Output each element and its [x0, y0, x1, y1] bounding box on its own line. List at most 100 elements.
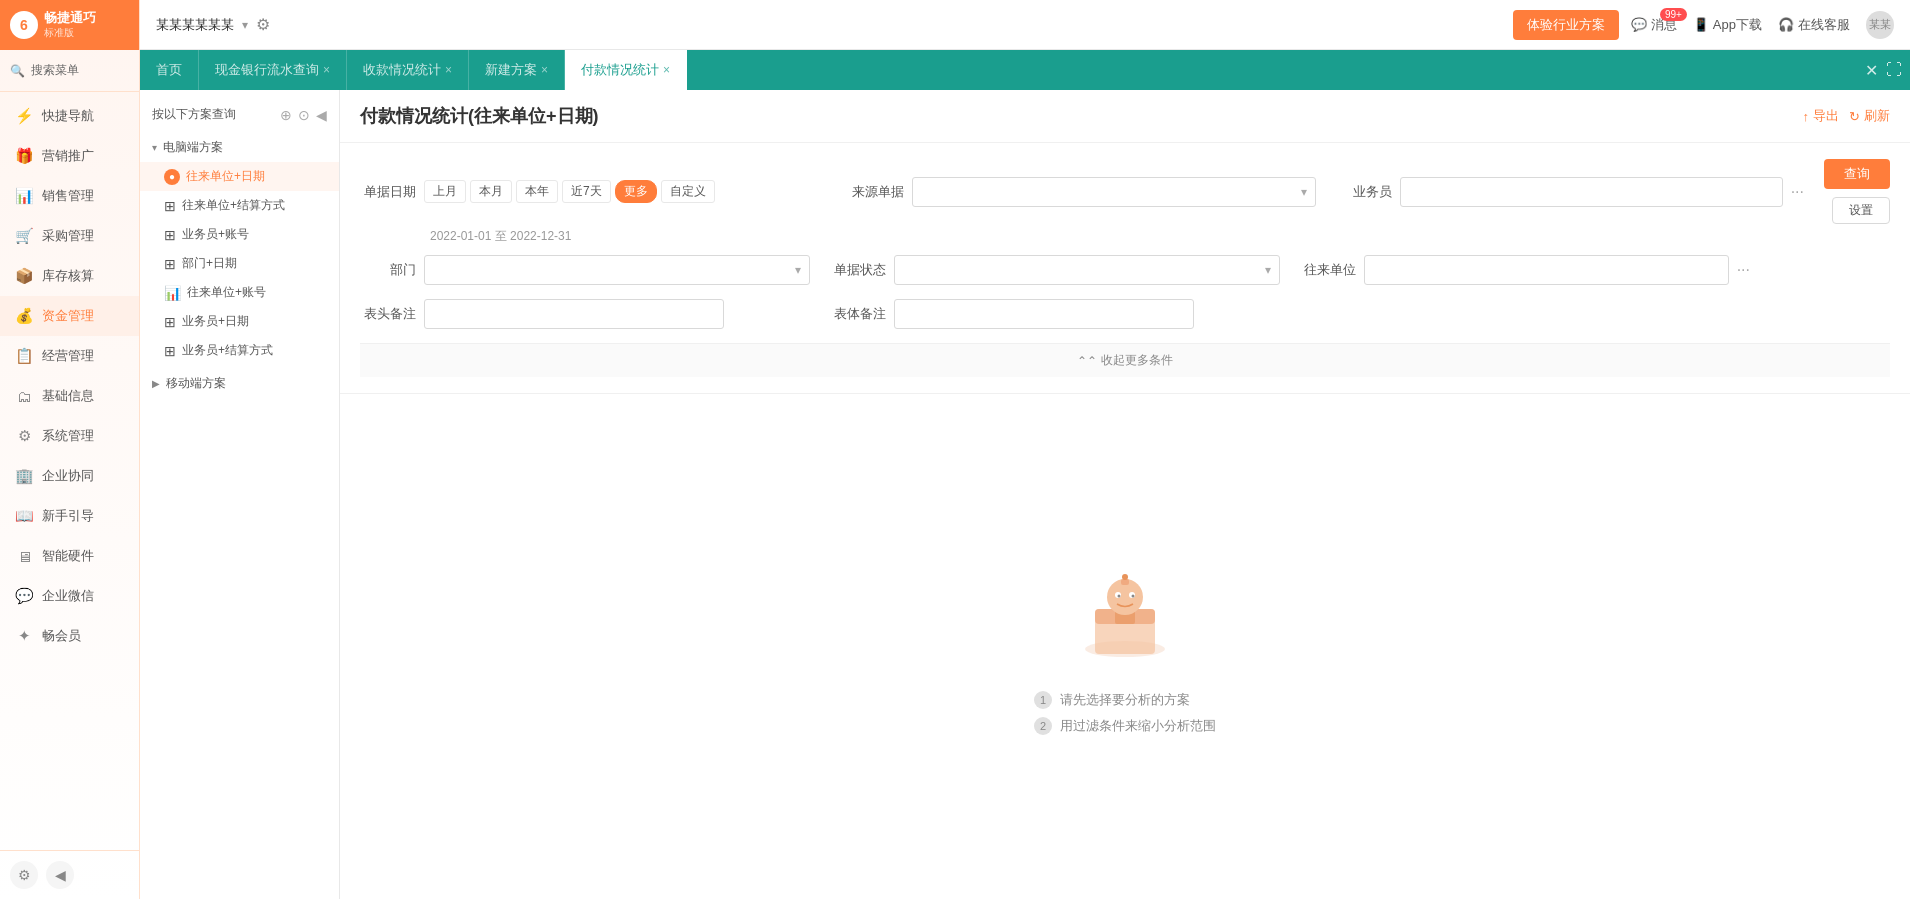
date-btn-7days[interactable]: 近7天	[562, 180, 611, 203]
left-panel-icon-group: ⊕ ⊙ ◀	[280, 107, 327, 123]
desktop-section-header[interactable]: ▾ 电脑端方案	[140, 133, 339, 162]
sidebar-item-member[interactable]: ✦ 畅会员	[0, 616, 139, 656]
tree-item-unit-account[interactable]: 📊 往来单位+账号	[140, 278, 339, 307]
tree-chart-icon: 📊	[164, 285, 181, 301]
empty-tips: 1 请先选择要分析的方案 2 用过滤条件来缩小分析范围	[1034, 691, 1216, 735]
company-arrow-icon[interactable]: ▾	[242, 18, 248, 32]
tree-item-staff-date[interactable]: ⊞ 业务员+日期	[140, 307, 339, 336]
sidebar-item-quick-nav[interactable]: ⚡ 快捷导航	[0, 96, 139, 136]
filter-counterpart: 往来单位 ···	[1300, 255, 1750, 285]
sidebar-item-purchase[interactable]: 🛒 采购管理	[0, 216, 139, 256]
tabbar-actions: ✕ ⛶	[1857, 61, 1910, 80]
tab-bank-flow[interactable]: 现金银行流水查询 ×	[199, 50, 347, 90]
refresh-btn[interactable]: ↻ 刷新	[1849, 107, 1890, 125]
tab-receive-stats-close[interactable]: ×	[445, 63, 452, 77]
export-btn[interactable]: ↑ 导出	[1803, 107, 1840, 125]
mobile-section-header[interactable]: ▶ 移动端方案	[140, 369, 339, 398]
search-icon: 🔍	[10, 64, 25, 78]
tab-bank-flow-close[interactable]: ×	[323, 63, 330, 77]
sidebar-item-inventory[interactable]: 📦 库存核算	[0, 256, 139, 296]
member-icon: ✦	[14, 626, 34, 646]
counterpart-input[interactable]	[1364, 255, 1729, 285]
date-btn-last-month[interactable]: 上月	[424, 180, 466, 203]
logo: 6 畅捷通巧 标准版	[0, 0, 139, 50]
sidebar-search[interactable]: 🔍 搜索菜单	[0, 50, 139, 92]
dept-select[interactable]: ▾	[424, 255, 810, 285]
tab-home[interactable]: 首页	[140, 50, 199, 90]
operation-icon: 📋	[14, 346, 34, 366]
sidebar-bottom: ⚙ ◀	[0, 850, 139, 899]
date-btn-more[interactable]: 更多	[615, 180, 657, 203]
sidebar-item-enterprise[interactable]: 🏢 企业协同	[0, 456, 139, 496]
query-btn[interactable]: 查询	[1824, 159, 1890, 189]
sidebar-item-label: 企业协同	[42, 467, 94, 485]
filter-dept: 部门 ▾	[360, 255, 810, 285]
sidebar-item-wechat[interactable]: 💬 企业微信	[0, 576, 139, 616]
avatar[interactable]: 某某	[1866, 11, 1894, 39]
date-btn-this-year[interactable]: 本年	[516, 180, 558, 203]
staff-input[interactable]	[1400, 177, 1783, 207]
guide-icon: 📖	[14, 506, 34, 526]
tab-receive-stats[interactable]: 收款情况统计 ×	[347, 50, 469, 90]
sidebar-item-system[interactable]: ⚙ 系统管理	[0, 416, 139, 456]
add-scheme-icon[interactable]: ⊕	[280, 107, 292, 123]
sidebar-item-label: 资金管理	[42, 307, 94, 325]
tab-payment-stats[interactable]: 付款情况统计 ×	[565, 50, 687, 90]
tab-home-label: 首页	[156, 61, 182, 79]
staff-dots-icon[interactable]: ···	[1791, 183, 1804, 201]
tree-item-unit-settle[interactable]: ⊞ 往来单位+结算方式	[140, 191, 339, 220]
scheme-settings-icon[interactable]: ⊙	[298, 107, 310, 123]
counterpart-label: 往来单位	[1300, 261, 1356, 279]
topbar-gear-icon[interactable]: ⚙	[256, 15, 270, 34]
tree-item-dept-date[interactable]: ⊞ 部门+日期	[140, 249, 339, 278]
topbar: 某某某某某某 ▾ ⚙ 体验行业方案 💬 消息 99+ 📱 App下载 🎧 在线客…	[140, 0, 1910, 50]
header-note-input[interactable]	[424, 299, 724, 329]
sidebar-item-label: 采购管理	[42, 227, 94, 245]
tree-item-unit-date[interactable]: ● 往来单位+日期	[140, 162, 339, 191]
tab-new-plan-close[interactable]: ×	[541, 63, 548, 77]
sidebar-item-label: 快捷导航	[42, 107, 94, 125]
sidebar-item-operation[interactable]: 📋 经营管理	[0, 336, 139, 376]
sidebar-item-sales[interactable]: 📊 销售管理	[0, 176, 139, 216]
filter-action-col: 查询 设置	[1824, 159, 1890, 224]
date-btn-custom[interactable]: 自定义	[661, 180, 715, 203]
tree-item-staff-settle[interactable]: ⊞ 业务员+结算方式	[140, 336, 339, 365]
collapse-bar[interactable]: ⌃⌃ 收起更多条件	[360, 343, 1890, 377]
tab-payment-stats-close[interactable]: ×	[663, 63, 670, 77]
tab-new-plan[interactable]: 新建方案 ×	[469, 50, 565, 90]
left-panel-collapse-icon[interactable]: ◀	[316, 107, 327, 123]
tree-item-staff-account[interactable]: ⊞ 业务员+账号	[140, 220, 339, 249]
mobile-section-arrow: ▶	[152, 378, 160, 389]
source-select[interactable]: ▾	[912, 177, 1316, 207]
purchase-icon: 🛒	[14, 226, 34, 246]
body-note-label: 表体备注	[830, 305, 886, 323]
close-all-icon[interactable]: ✕	[1865, 61, 1878, 80]
page-title: 付款情况统计(往来单位+日期)	[360, 104, 599, 128]
sidebar-item-guide[interactable]: 📖 新手引导	[0, 496, 139, 536]
counterpart-dots-icon[interactable]: ···	[1737, 261, 1750, 279]
filter-staff: 业务员 ···	[1336, 177, 1804, 207]
app-download-btn[interactable]: 📱 App下载	[1693, 16, 1762, 34]
sidebar-item-hardware[interactable]: 🖥 智能硬件	[0, 536, 139, 576]
message-btn[interactable]: 💬 消息 99+	[1631, 16, 1677, 34]
filter-area: 单据日期 上月 本月 本年 近7天 更多 自定义 来源单据	[340, 143, 1910, 394]
tree-item-label: 部门+日期	[182, 255, 237, 272]
staff-label: 业务员	[1336, 183, 1392, 201]
date-btn-this-month[interactable]: 本月	[470, 180, 512, 203]
sidebar-item-marketing[interactable]: 🎁 营销推广	[0, 136, 139, 176]
maximize-icon[interactable]: ⛶	[1886, 61, 1902, 79]
header-note-label: 表头备注	[360, 305, 416, 323]
body-note-input[interactable]	[894, 299, 1194, 329]
collapse-btn[interactable]: ◀	[46, 861, 74, 889]
page-header: 付款情况统计(往来单位+日期) ↑ 导出 ↻ 刷新	[340, 90, 1910, 143]
trial-btn[interactable]: 体验行业方案	[1513, 10, 1619, 40]
sidebar-item-basic-info[interactable]: 🗂 基础信息	[0, 376, 139, 416]
sidebar-item-funds[interactable]: 💰 资金管理	[0, 296, 139, 336]
doc-status-select[interactable]: ▾	[894, 255, 1280, 285]
setting-btn[interactable]: 设置	[1832, 197, 1890, 224]
sidebar-item-label: 基础信息	[42, 387, 94, 405]
service-btn[interactable]: 🎧 在线客服	[1778, 16, 1850, 34]
message-icon: 💬	[1631, 17, 1647, 32]
left-panel-header: 按以下方案查询 ⊕ ⊙ ◀	[140, 100, 339, 129]
settings-btn[interactable]: ⚙	[10, 861, 38, 889]
